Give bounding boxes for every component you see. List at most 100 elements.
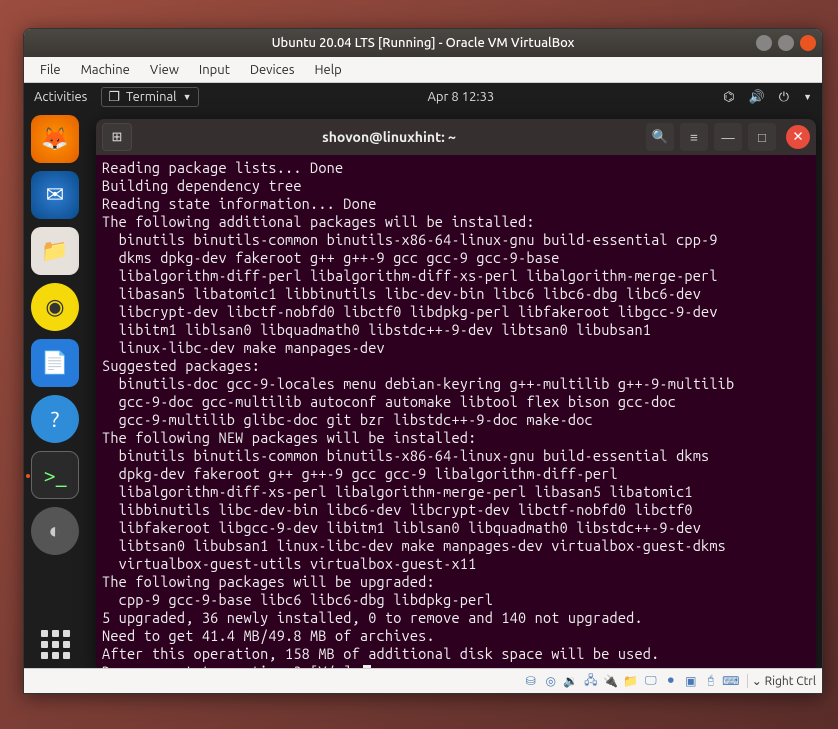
maximize-icon: □ — [758, 130, 766, 145]
terminal-line: 5 upgraded, 36 newly installed, 0 to rem… — [102, 609, 810, 627]
terminal-line: After this operation, 158 MB of addition… — [102, 645, 810, 663]
terminal-icon: ❐ — [108, 90, 120, 105]
terminal-line: The following packages will be upgraded: — [102, 573, 810, 591]
status-shared-folders-icon[interactable]: 📁 — [623, 673, 639, 689]
terminal-line: libalgorithm-diff-perl libalgorithm-diff… — [102, 267, 810, 285]
terminal-line: Building dependency tree — [102, 177, 810, 195]
system-menu-chevron-icon[interactable]: ▼ — [803, 92, 812, 102]
dock-rhythmbox[interactable]: ◉ — [31, 283, 79, 331]
terminal-window: ⊞ shovon@linuxhint: ~ 🔍 ≡ — □ ✕ Reading … — [96, 119, 816, 671]
dock-files[interactable]: 📁 — [31, 227, 79, 275]
terminal-line: Suggested packages: — [102, 357, 810, 375]
vbox-menubar: File Machine View Input Devices Help — [24, 57, 822, 83]
new-tab-icon: ⊞ — [112, 130, 123, 145]
terminal-minimize-button[interactable]: — — [714, 123, 742, 151]
terminal-line: gcc-9-doc gcc-multilib autoconf automake… — [102, 393, 810, 411]
files-icon: 📁 — [41, 238, 68, 264]
vbox-minimize-button[interactable] — [756, 35, 772, 51]
status-optical-icon[interactable]: ◎ — [543, 673, 559, 689]
vbox-title: Ubuntu 20.04 LTS [Running] - Oracle VM V… — [272, 36, 575, 50]
terminal-line: linux-libc-dev make manpages-dev — [102, 339, 810, 357]
disk-icon: ◐ — [48, 518, 61, 544]
vbox-menu-view[interactable]: View — [142, 60, 187, 80]
terminal-line: The following NEW packages will be insta… — [102, 429, 810, 447]
guest-viewport: Activities ❐ Terminal ▼ Apr 8 12:33 ⌬ 🔊 … — [24, 83, 822, 668]
activities-button[interactable]: Activities — [34, 90, 87, 104]
writer-icon: 📄 — [41, 350, 68, 376]
host-key-indicator[interactable]: ⌄ Right Ctrl — [747, 674, 816, 688]
vbox-menu-help[interactable]: Help — [307, 60, 350, 80]
vbox-window-controls — [756, 35, 816, 51]
terminal-dock-icon: >_ — [43, 463, 66, 488]
terminal-line: libalgorithm-diff-xs-perl libalgorithm-m… — [102, 483, 810, 501]
terminal-body[interactable]: Reading package lists... DoneBuilding de… — [96, 155, 816, 671]
terminal-line: cpp-9 gcc-9-base libc6 libc6-dbg libdpkg… — [102, 591, 810, 609]
app-menu[interactable]: ❐ Terminal ▼ — [101, 87, 198, 107]
chevron-down-icon: ▼ — [183, 92, 192, 102]
status-audio-icon[interactable]: 🔉 — [563, 673, 579, 689]
host-key-label: Right Ctrl — [765, 675, 816, 688]
terminal-line: binutils binutils-common binutils-x86-64… — [102, 447, 810, 465]
dock-disk[interactable]: ◐ — [31, 507, 79, 555]
minimize-icon: — — [721, 130, 734, 145]
dock-firefox[interactable]: 🦊 — [31, 115, 79, 163]
terminal-line: libfakeroot libgcc-9-dev libitm1 liblsan… — [102, 519, 810, 537]
help-icon: ? — [51, 407, 60, 432]
close-icon: ✕ — [792, 129, 803, 145]
terminal-line: libbinutils libc-dev-bin libc6-dev libcr… — [102, 501, 810, 519]
vbox-close-button[interactable] — [800, 35, 816, 51]
firefox-icon: 🦊 — [41, 126, 68, 152]
vbox-statusbar: ⛁ ◎ 🔉 🖧 🔌 📁 🖵 ⏺ ▣ 🖯 ⌨ ⌄ Right Ctrl — [24, 668, 822, 693]
terminal-line: Need to get 41.4 MB/49.8 MB of archives. — [102, 627, 810, 645]
dock-terminal[interactable]: >_ — [31, 451, 79, 499]
terminal-header[interactable]: ⊞ shovon@linuxhint: ~ 🔍 ≡ — □ ✕ — [96, 119, 816, 155]
vbox-menu-file[interactable]: File — [32, 60, 69, 80]
status-display-icon[interactable]: 🖵 — [643, 673, 659, 689]
dock-thunderbird[interactable]: ✉ — [31, 171, 79, 219]
terminal-line: dpkg-dev fakeroot g++ g++-9 gcc gcc-9 li… — [102, 465, 810, 483]
dock-show-applications[interactable] — [31, 620, 79, 668]
dock-libreoffice-writer[interactable]: 📄 — [31, 339, 79, 387]
status-cpu-icon[interactable]: ▣ — [683, 673, 699, 689]
terminal-line: libasan5 libatomic1 libbinutils libc-dev… — [102, 285, 810, 303]
terminal-line: Reading state information... Done — [102, 195, 810, 213]
vbox-menu-machine[interactable]: Machine — [73, 60, 138, 80]
terminal-line: binutils-doc gcc-9-locales menu debian-k… — [102, 375, 810, 393]
power-icon[interactable]: ⏻ — [779, 90, 789, 105]
terminal-close-button[interactable]: ✕ — [786, 125, 810, 149]
vbox-menu-input[interactable]: Input — [191, 60, 238, 80]
status-usb-icon[interactable]: 🔌 — [603, 673, 619, 689]
vbox-menu-devices[interactable]: Devices — [242, 60, 303, 80]
apps-grid-icon — [41, 630, 70, 659]
hamburger-icon: ≡ — [690, 130, 698, 145]
terminal-line: virtualbox-guest-utils virtualbox-guest-… — [102, 555, 810, 573]
terminal-search-button[interactable]: 🔍 — [646, 123, 674, 151]
network-icon[interactable]: ⌬ — [723, 90, 734, 105]
ubuntu-topbar: Activities ❐ Terminal ▼ Apr 8 12:33 ⌬ 🔊 … — [24, 83, 822, 111]
status-keyboard-icon[interactable]: ⌨ — [723, 673, 739, 689]
status-network-icon[interactable]: 🖧 — [583, 673, 599, 689]
status-recording-icon[interactable]: ⏺ — [663, 673, 679, 689]
thunderbird-icon: ✉ — [46, 182, 64, 208]
ubuntu-dock: 🦊 ✉ 📁 ◉ 📄 ? >_ ◐ — [24, 111, 86, 668]
rhythmbox-icon: ◉ — [45, 294, 64, 320]
terminal-menu-button[interactable]: ≡ — [680, 123, 708, 151]
terminal-line: The following additional packages will b… — [102, 213, 810, 231]
status-harddisk-icon[interactable]: ⛁ — [523, 673, 539, 689]
terminal-line: dkms dpkg-dev fakeroot g++ g++-9 gcc gcc… — [102, 249, 810, 267]
topbar-datetime[interactable]: Apr 8 12:33 — [427, 90, 494, 104]
vbox-titlebar[interactable]: Ubuntu 20.04 LTS [Running] - Oracle VM V… — [24, 29, 822, 57]
terminal-line: libitm1 liblsan0 libquadmath0 libstdc++-… — [102, 321, 810, 339]
vbox-maximize-button[interactable] — [778, 35, 794, 51]
virtualbox-window: Ubuntu 20.04 LTS [Running] - Oracle VM V… — [23, 28, 823, 694]
terminal-line: libtsan0 libubsan1 linux-libc-dev make m… — [102, 537, 810, 555]
terminal-line: Reading package lists... Done — [102, 159, 810, 177]
dock-help[interactable]: ? — [31, 395, 79, 443]
terminal-title: shovon@linuxhint: ~ — [138, 129, 640, 145]
terminal-new-tab-button[interactable]: ⊞ — [102, 123, 132, 151]
terminal-line: libcrypt-dev libctf-nobfd0 libctf0 libdp… — [102, 303, 810, 321]
sound-icon[interactable]: 🔊 — [749, 90, 765, 105]
terminal-line: binutils binutils-common binutils-x86-64… — [102, 231, 810, 249]
terminal-maximize-button[interactable]: □ — [748, 123, 776, 151]
status-mouse-icon[interactable]: 🖯 — [703, 673, 719, 689]
